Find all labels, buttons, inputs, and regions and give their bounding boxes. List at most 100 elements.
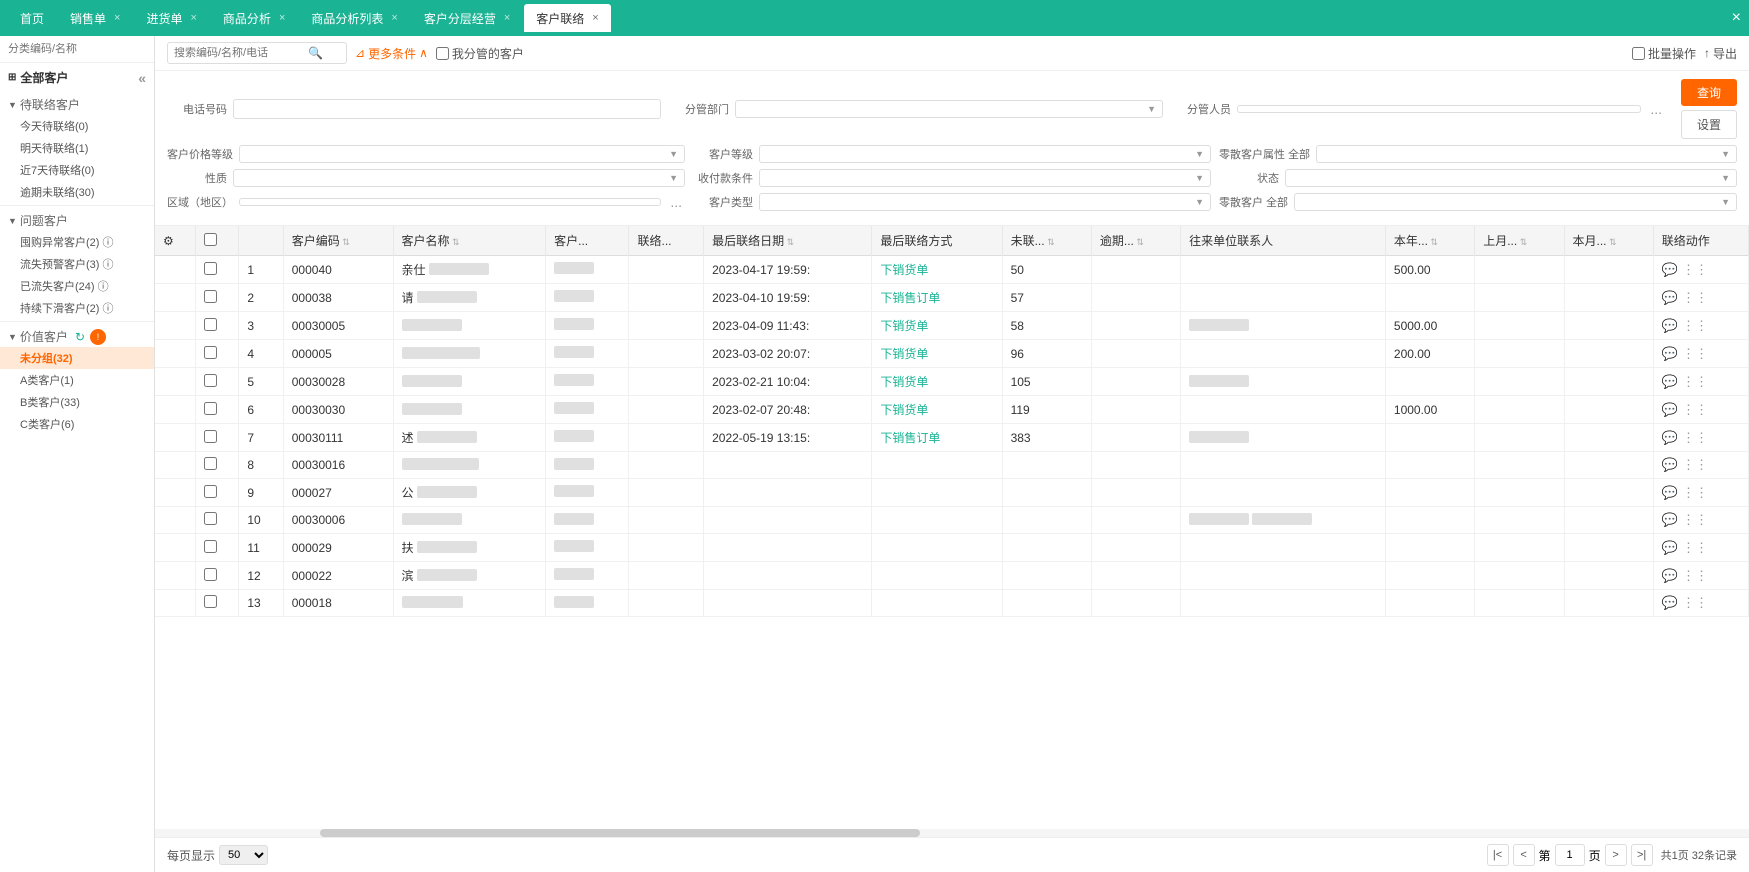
action-chat-icon-0[interactable]: 💬 [1662, 262, 1678, 278]
group-value-customers[interactable]: ▼ 价值客户 ↻ ! [0, 324, 154, 347]
cell-check-2[interactable] [195, 312, 239, 340]
col-this-month[interactable]: 本月... [1564, 226, 1653, 256]
col-person[interactable]: 往来单位联系人 [1181, 226, 1386, 256]
action-chat-icon-2[interactable]: 💬 [1662, 318, 1678, 334]
cell-check-8[interactable] [195, 479, 239, 507]
last-method-link-4[interactable]: 下销货单 [880, 375, 928, 389]
tab-sales[interactable]: 销售单 × [58, 4, 132, 32]
action-chat-icon-10[interactable]: 💬 [1662, 540, 1678, 556]
action-more-icon-10[interactable]: ⋮⋮ [1682, 540, 1708, 556]
status-select[interactable]: ▼ [1285, 169, 1737, 187]
customer-level-select[interactable]: ▼ [759, 145, 1211, 163]
sidebar-item-class-c[interactable]: C类客户(6) [0, 413, 154, 435]
col-type[interactable]: 客户... [546, 226, 629, 256]
phone-input[interactable] [233, 99, 661, 119]
next-page-btn[interactable]: > [1605, 844, 1627, 866]
action-chat-icon-7[interactable]: 💬 [1662, 457, 1678, 473]
last-method-link-5[interactable]: 下销货单 [880, 403, 928, 417]
last-page-btn[interactable]: >| [1631, 844, 1653, 866]
cell-check-10[interactable] [195, 534, 239, 562]
search-box[interactable]: 🔍 [167, 42, 347, 64]
reset-button[interactable]: 设置 [1681, 110, 1737, 139]
cell-check-7[interactable] [195, 452, 239, 479]
row-checkbox-9[interactable] [204, 512, 217, 525]
action-chat-icon-3[interactable]: 💬 [1662, 346, 1678, 362]
row-checkbox-4[interactable] [204, 374, 217, 387]
action-chat-icon-5[interactable]: 💬 [1662, 402, 1678, 418]
all-customers-header[interactable]: ⊞ 全部客户 « [0, 63, 154, 92]
tab-product-analysis[interactable]: 商品分析 × [211, 4, 297, 32]
prev-page-btn[interactable]: < [1513, 844, 1535, 866]
last-method-link-2[interactable]: 下销货单 [880, 319, 928, 333]
batch-checkbox[interactable] [1632, 47, 1645, 60]
action-more-icon-9[interactable]: ⋮⋮ [1682, 512, 1708, 528]
action-more-icon-4[interactable]: ⋮⋮ [1682, 374, 1708, 390]
sidebar-item-ungrouped[interactable]: 未分组(32) [0, 347, 154, 369]
last-method-link-0[interactable]: 下销货单 [880, 263, 928, 277]
person-select[interactable] [1237, 105, 1641, 113]
group-pending-contact[interactable]: ▼ 待联络客户 [0, 92, 154, 115]
sidebar-item-class-b[interactable]: B类客户(33) [0, 391, 154, 413]
batch-op-btn[interactable]: 批量操作 [1632, 45, 1696, 62]
refresh-icon[interactable]: ↻ [75, 330, 85, 344]
customer-type-select[interactable]: ▼ [759, 193, 1211, 211]
col-contact[interactable]: 联络... [629, 226, 704, 256]
cell-check-3[interactable] [195, 340, 239, 368]
scattered-attr-select[interactable]: ▼ [1316, 145, 1737, 163]
col-last-date[interactable]: 最后联络日期 [704, 226, 872, 256]
action-chat-icon-9[interactable]: 💬 [1662, 512, 1678, 528]
action-more-icon-12[interactable]: ⋮⋮ [1682, 595, 1708, 611]
search-icon[interactable]: 🔍 [308, 46, 323, 60]
sidebar-item-declining[interactable]: 持续下滑客户(2) ⓘ [0, 297, 154, 319]
action-more-icon-11[interactable]: ⋮⋮ [1682, 568, 1708, 584]
close-all-icon[interactable]: × [1732, 9, 1741, 27]
cell-check-5[interactable] [195, 396, 239, 424]
close-product-analysis-icon[interactable]: × [279, 12, 285, 24]
region-select[interactable] [239, 198, 661, 206]
action-chat-icon-11[interactable]: 💬 [1662, 568, 1678, 584]
nature-select[interactable]: ▼ [233, 169, 685, 187]
page-size-select[interactable]: 50 100 200 [219, 845, 268, 865]
cell-check-4[interactable] [195, 368, 239, 396]
action-more-icon-2[interactable]: ⋮⋮ [1682, 318, 1708, 334]
action-more-icon-5[interactable]: ⋮⋮ [1682, 402, 1708, 418]
row-checkbox-12[interactable] [204, 595, 217, 608]
horizontal-scrollbar[interactable] [155, 829, 1749, 837]
col-settings[interactable]: ⚙ [155, 226, 195, 256]
sidebar-item-churn-warning[interactable]: 流失预警客户(3) ⓘ [0, 253, 154, 275]
action-chat-icon-1[interactable]: 💬 [1662, 290, 1678, 306]
action-more-icon-6[interactable]: ⋮⋮ [1682, 430, 1708, 446]
action-more-icon-7[interactable]: ⋮⋮ [1682, 457, 1708, 473]
sidebar-search-box[interactable]: 🔍 [0, 36, 154, 63]
row-checkbox-0[interactable] [204, 262, 217, 275]
dept-select[interactable]: ▼ [735, 100, 1163, 118]
action-chat-icon-4[interactable]: 💬 [1662, 374, 1678, 390]
region-dots[interactable]: ... [667, 194, 685, 210]
tab-home[interactable]: 首页 [8, 4, 56, 32]
more-conditions-btn[interactable]: ⊿ 更多条件 ∧ [355, 45, 428, 62]
row-checkbox-8[interactable] [204, 485, 217, 498]
row-checkbox-6[interactable] [204, 430, 217, 443]
close-customer-tier-icon[interactable]: × [504, 12, 510, 24]
price-level-select[interactable]: ▼ [239, 145, 685, 163]
col-days[interactable]: 未联... [1002, 226, 1091, 256]
action-chat-icon-8[interactable]: 💬 [1662, 485, 1678, 501]
last-method-link-6[interactable]: 下销售订单 [880, 431, 940, 445]
action-more-icon-3[interactable]: ⋮⋮ [1682, 346, 1708, 362]
person-dots[interactable]: ... [1647, 101, 1665, 117]
payment-select[interactable]: ▼ [759, 169, 1211, 187]
collapse-sidebar-icon[interactable]: « [138, 70, 146, 86]
sidebar-item-overdue[interactable]: 逾期未联络(30) [0, 181, 154, 203]
action-more-icon-0[interactable]: ⋮⋮ [1682, 262, 1708, 278]
row-checkbox-5[interactable] [204, 402, 217, 415]
close-product-list-icon[interactable]: × [391, 12, 397, 24]
cell-check-1[interactable] [195, 284, 239, 312]
scattered-select[interactable]: ▼ [1294, 193, 1737, 211]
row-checkbox-11[interactable] [204, 568, 217, 581]
action-chat-icon-6[interactable]: 💬 [1662, 430, 1678, 446]
cell-check-0[interactable] [195, 256, 239, 284]
row-checkbox-10[interactable] [204, 540, 217, 553]
close-sales-icon[interactable]: × [114, 12, 120, 24]
col-name[interactable]: 客户名称 [393, 226, 546, 256]
cell-check-9[interactable] [195, 507, 239, 534]
